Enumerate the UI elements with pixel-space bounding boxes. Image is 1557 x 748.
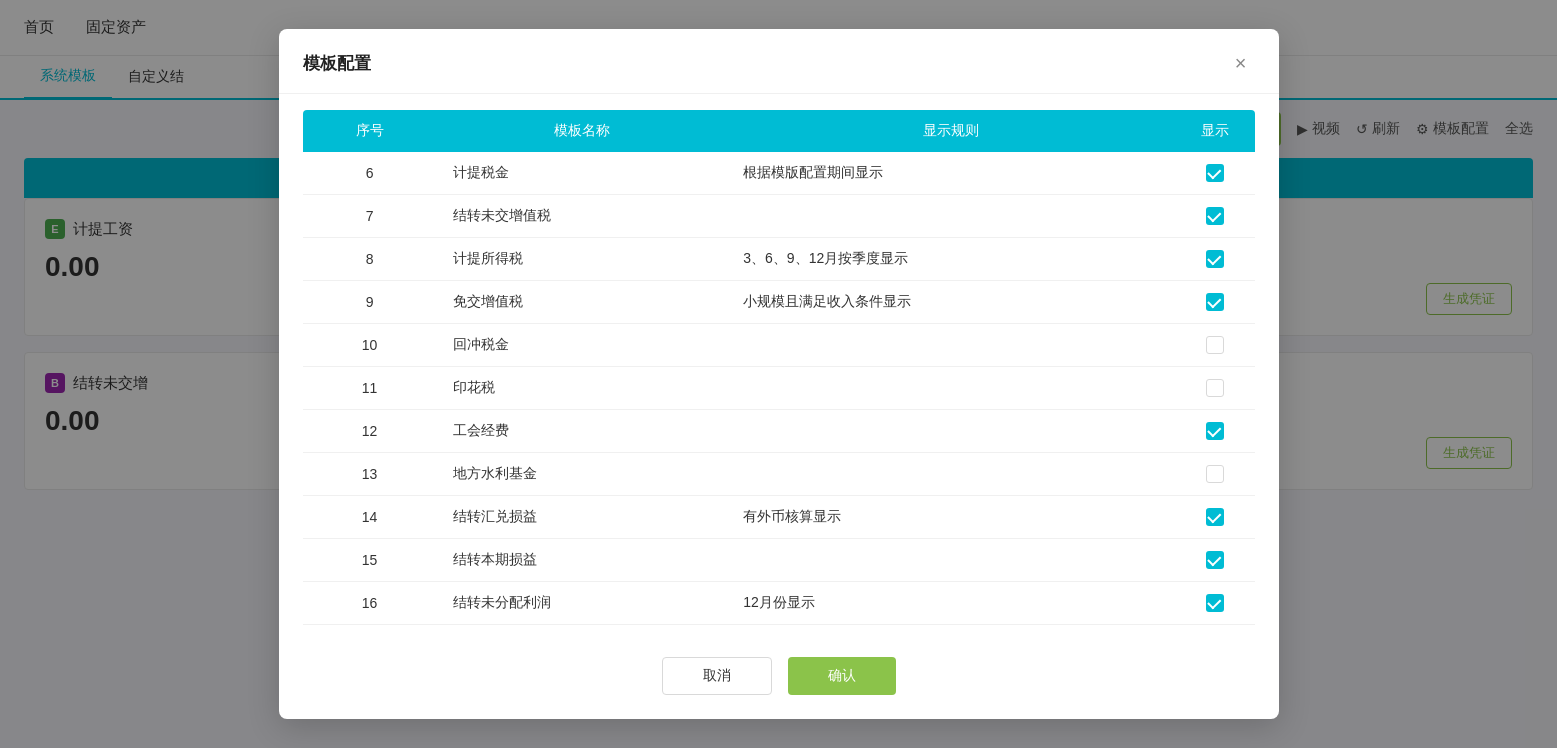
cell-checkbox xyxy=(1175,152,1255,195)
checkbox-unchecked[interactable] xyxy=(1206,379,1224,397)
confirm-button[interactable]: 确认 xyxy=(788,657,896,695)
cell-checkbox xyxy=(1175,281,1255,324)
config-table: 序号 模板名称 显示规则 显示 6计提税金根据模版配置期间显示7结转未交增值税8… xyxy=(303,110,1255,625)
cell-no: 9 xyxy=(303,281,437,324)
cell-rule: 有外币核算显示 xyxy=(727,496,1174,539)
dialog-close-button[interactable]: × xyxy=(1227,49,1255,77)
col-display: 显示 xyxy=(1175,110,1255,152)
cell-checkbox xyxy=(1175,496,1255,539)
cell-no: 7 xyxy=(303,195,437,238)
cell-checkbox xyxy=(1175,324,1255,367)
dialog-title: 模板配置 xyxy=(303,52,371,75)
cell-name: 结转未分配利润 xyxy=(437,582,728,625)
table-row: 12工会经费 xyxy=(303,410,1255,453)
col-no: 序号 xyxy=(303,110,437,152)
cell-name: 计提所得税 xyxy=(437,238,728,281)
table-row: 10回冲税金 xyxy=(303,324,1255,367)
table-row: 9免交增值税小规模且满足收入条件显示 xyxy=(303,281,1255,324)
checkbox-unchecked[interactable] xyxy=(1206,336,1224,354)
cell-name: 结转本期损益 xyxy=(437,539,728,582)
cell-no: 13 xyxy=(303,453,437,496)
cell-rule xyxy=(727,195,1174,238)
cell-no: 14 xyxy=(303,496,437,539)
checkbox-unchecked[interactable] xyxy=(1206,465,1224,483)
checkbox-checked[interactable] xyxy=(1206,551,1224,569)
modal-overlay: 模板配置 × 序号 模板名称 显示规则 显示 6计提税金根据模版配置期间显示7结… xyxy=(0,0,1557,748)
template-config-dialog: 模板配置 × 序号 模板名称 显示规则 显示 6计提税金根据模版配置期间显示7结… xyxy=(279,29,1279,719)
cell-checkbox xyxy=(1175,410,1255,453)
checkbox-checked[interactable] xyxy=(1206,164,1224,182)
table-row: 7结转未交增值税 xyxy=(303,195,1255,238)
table-row: 15结转本期损益 xyxy=(303,539,1255,582)
cell-checkbox xyxy=(1175,582,1255,625)
checkbox-checked[interactable] xyxy=(1206,293,1224,311)
checkbox-checked[interactable] xyxy=(1206,250,1224,268)
cell-name: 计提税金 xyxy=(437,152,728,195)
cell-name: 免交增值税 xyxy=(437,281,728,324)
cell-rule xyxy=(727,539,1174,582)
cell-checkbox xyxy=(1175,238,1255,281)
cell-no: 6 xyxy=(303,152,437,195)
checkbox-checked[interactable] xyxy=(1206,508,1224,526)
cell-name: 地方水利基金 xyxy=(437,453,728,496)
checkbox-checked[interactable] xyxy=(1206,207,1224,225)
cell-no: 10 xyxy=(303,324,437,367)
cell-name: 工会经费 xyxy=(437,410,728,453)
cell-no: 16 xyxy=(303,582,437,625)
cell-name: 结转未交增值税 xyxy=(437,195,728,238)
cell-name: 回冲税金 xyxy=(437,324,728,367)
cell-rule: 根据模版配置期间显示 xyxy=(727,152,1174,195)
cell-rule xyxy=(727,453,1174,496)
checkbox-checked[interactable] xyxy=(1206,594,1224,612)
cell-checkbox xyxy=(1175,453,1255,496)
cell-no: 11 xyxy=(303,367,437,410)
checkbox-checked[interactable] xyxy=(1206,422,1224,440)
cell-rule xyxy=(727,410,1174,453)
cell-no: 8 xyxy=(303,238,437,281)
cell-rule xyxy=(727,324,1174,367)
cell-rule: 12月份显示 xyxy=(727,582,1174,625)
cell-name: 印花税 xyxy=(437,367,728,410)
dialog-body: 序号 模板名称 显示规则 显示 6计提税金根据模版配置期间显示7结转未交增值税8… xyxy=(279,94,1279,641)
cell-no: 12 xyxy=(303,410,437,453)
dialog-header: 模板配置 × xyxy=(279,29,1279,94)
table-row: 14结转汇兑损益有外币核算显示 xyxy=(303,496,1255,539)
table-header-row: 序号 模板名称 显示规则 显示 xyxy=(303,110,1255,152)
table-row: 6计提税金根据模版配置期间显示 xyxy=(303,152,1255,195)
table-row: 11印花税 xyxy=(303,367,1255,410)
cell-rule xyxy=(727,367,1174,410)
col-name: 模板名称 xyxy=(437,110,728,152)
cell-rule: 小规模且满足收入条件显示 xyxy=(727,281,1174,324)
cell-checkbox xyxy=(1175,195,1255,238)
cell-checkbox xyxy=(1175,539,1255,582)
table-row: 8计提所得税3、6、9、12月按季度显示 xyxy=(303,238,1255,281)
cell-rule: 3、6、9、12月按季度显示 xyxy=(727,238,1174,281)
col-rule: 显示规则 xyxy=(727,110,1174,152)
cancel-button[interactable]: 取消 xyxy=(662,657,772,695)
dialog-footer: 取消 确认 xyxy=(279,641,1279,719)
cell-name: 结转汇兑损益 xyxy=(437,496,728,539)
cell-checkbox xyxy=(1175,367,1255,410)
table-row: 16结转未分配利润12月份显示 xyxy=(303,582,1255,625)
table-row: 13地方水利基金 xyxy=(303,453,1255,496)
cell-no: 15 xyxy=(303,539,437,582)
